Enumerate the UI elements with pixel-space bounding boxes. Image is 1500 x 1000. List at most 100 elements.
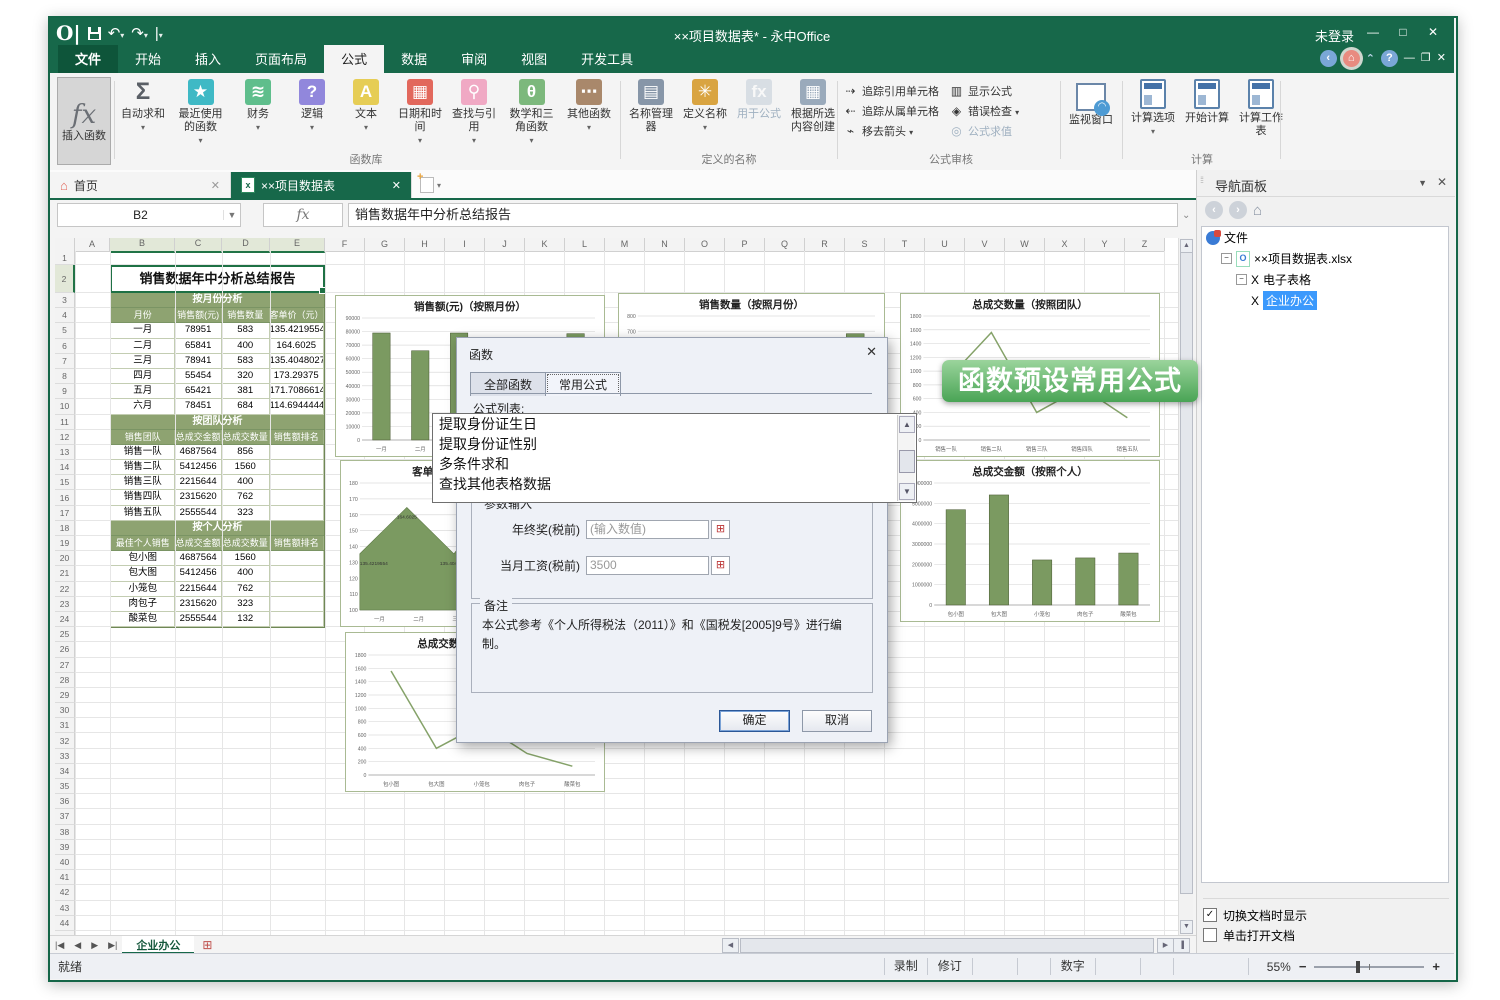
- dialog-close-icon[interactable]: ✕: [866, 344, 877, 360]
- row-header-34[interactable]: 34: [55, 764, 75, 779]
- formula-input[interactable]: 销售数据年中分析总结报告: [348, 203, 1178, 227]
- table-cell[interactable]: 一月: [111, 323, 175, 337]
- close-tab-icon[interactable]: ✕: [211, 179, 220, 192]
- table-cell[interactable]: 684: [222, 399, 270, 413]
- row-header-27[interactable]: 27: [55, 658, 75, 673]
- row-header-20[interactable]: 20: [55, 551, 75, 566]
- formula-list-item-1[interactable]: 提取身份证生日: [433, 414, 916, 434]
- nav-back-icon[interactable]: ‹: [1205, 201, 1223, 219]
- table-cell[interactable]: 销售四队: [111, 490, 175, 504]
- insert-function-button[interactable]: fx 插入函数: [57, 77, 111, 165]
- table-cell[interactable]: 包小图: [111, 551, 175, 565]
- zoom-slider-thumb[interactable]: [1356, 961, 1360, 973]
- ribbon-name-manager-button[interactable]: ▤名称管理器: [624, 75, 678, 134]
- list-scroll-down-icon[interactable]: ▼: [899, 483, 915, 500]
- column-header-Z[interactable]: Z: [1125, 238, 1165, 252]
- table-cell[interactable]: 173.29375: [270, 369, 324, 383]
- table-cell[interactable]: 323: [222, 597, 270, 611]
- row-header-32[interactable]: 32: [55, 733, 75, 748]
- zoom-in-icon[interactable]: +: [1432, 959, 1440, 974]
- table-cell[interactable]: 65421: [175, 384, 222, 398]
- ribbon-calc-button-1[interactable]: 计算选项▾: [1126, 75, 1180, 138]
- row-header-16[interactable]: 16: [55, 490, 75, 505]
- table-cell[interactable]: 400: [222, 339, 270, 353]
- menu-tab-2[interactable]: 开始: [118, 45, 178, 73]
- table-cell[interactable]: 78941: [175, 354, 222, 368]
- row-header-31[interactable]: 31: [55, 718, 75, 733]
- table-cell[interactable]: 135.4219554: [270, 323, 324, 337]
- row-header-30[interactable]: 30: [55, 703, 75, 718]
- scroll-left-icon[interactable]: ◀: [722, 938, 739, 953]
- nav-checkbox-1[interactable]: ✓切换文档时显示: [1203, 905, 1449, 925]
- range-picker-icon[interactable]: ⊞: [711, 520, 730, 539]
- menu-tab-5[interactable]: 公式: [324, 45, 384, 73]
- list-scrollbar[interactable]: ▲ ▼: [897, 415, 915, 501]
- nav-forward-icon[interactable]: ›: [1229, 201, 1247, 219]
- column-header-Q[interactable]: Q: [765, 238, 805, 252]
- scroll-up-icon[interactable]: ▲: [1180, 239, 1193, 253]
- row-header-37[interactable]: 37: [55, 809, 75, 824]
- column-header-O[interactable]: O: [685, 238, 725, 252]
- table-cell[interactable]: [270, 445, 324, 459]
- table-cell[interactable]: 78951: [175, 323, 222, 337]
- ribbon-create-from-selection-button[interactable]: ▦根据所选内容创建: [786, 75, 840, 134]
- row-header-15[interactable]: 15: [55, 475, 75, 490]
- table-cell[interactable]: 小笼包: [111, 582, 175, 596]
- row-header-33[interactable]: 33: [55, 749, 75, 764]
- select-all-corner[interactable]: [55, 238, 75, 252]
- row-header-8[interactable]: 8: [55, 369, 75, 384]
- table-cell[interactable]: 320: [222, 369, 270, 383]
- ribbon-more-functions-button[interactable]: ⋯其他函数▾: [562, 75, 616, 147]
- row-header-6[interactable]: 6: [55, 339, 75, 354]
- name-box-dropdown-icon[interactable]: ▼: [223, 210, 240, 220]
- tree-expander-icon[interactable]: −: [1236, 274, 1247, 285]
- column-header-K[interactable]: K: [525, 238, 565, 252]
- row-header-2[interactable]: 2: [55, 265, 75, 293]
- table-cell[interactable]: 销售二队: [111, 460, 175, 474]
- table-cell[interactable]: 三月: [111, 354, 175, 368]
- home-icon[interactable]: ⌂: [1343, 50, 1360, 67]
- table-cell[interactable]: 4687564: [175, 445, 222, 459]
- ribbon-lookup-reference-button[interactable]: ⚲查找与引用▾: [447, 75, 501, 147]
- row-header-44[interactable]: 44: [55, 916, 75, 931]
- row-header-7[interactable]: 7: [55, 354, 75, 369]
- table-cell[interactable]: 55454: [175, 369, 222, 383]
- menu-tab-6[interactable]: 数据: [384, 45, 444, 73]
- row-header-19[interactable]: 19: [55, 536, 75, 551]
- doc-tab-2[interactable]: x××项目数据表✕: [231, 172, 412, 198]
- horizontal-scrollbar[interactable]: ◀ ▶ ▐: [722, 938, 1190, 952]
- column-header-A[interactable]: A: [75, 238, 110, 252]
- tree-expander-icon[interactable]: −: [1221, 253, 1232, 264]
- table-cell[interactable]: 856: [222, 445, 270, 459]
- help-icon[interactable]: ?: [1381, 50, 1398, 67]
- ok-button[interactable]: 确定: [719, 710, 790, 732]
- vertical-scroll-thumb[interactable]: [1180, 252, 1193, 894]
- table-cell[interactable]: 381: [222, 384, 270, 398]
- scroll-right-edge-icon[interactable]: ▐: [1173, 938, 1190, 953]
- vertical-scrollbar[interactable]: ▲ ▼: [1178, 238, 1193, 935]
- chart-total-amount-by-person[interactable]: 总成交金额（按照个人）01000000200000030000004000000…: [900, 460, 1160, 622]
- scroll-down-icon[interactable]: ▼: [1180, 920, 1193, 934]
- table-cell[interactable]: 4687564: [175, 551, 222, 565]
- column-header-J[interactable]: J: [485, 238, 525, 252]
- ribbon-calc-button-2[interactable]: 开始计算: [1180, 75, 1234, 138]
- row-header-3[interactable]: 3: [55, 293, 75, 308]
- column-header-G[interactable]: G: [365, 238, 405, 252]
- table-cell[interactable]: 1560: [222, 551, 270, 565]
- ribbon-error-checking-button[interactable]: ◈错误检查 ▾: [949, 101, 1019, 121]
- nav-panel-close-icon[interactable]: ✕: [1437, 175, 1447, 189]
- row-header-17[interactable]: 17: [55, 506, 75, 521]
- table-cell[interactable]: 酸菜包: [111, 612, 175, 626]
- nav-home-icon[interactable]: ⌂: [1253, 202, 1262, 219]
- row-header-35[interactable]: 35: [55, 779, 75, 794]
- row-header-39[interactable]: 39: [55, 840, 75, 855]
- table-cell[interactable]: 销售三队: [111, 475, 175, 489]
- row-header-26[interactable]: 26: [55, 642, 75, 657]
- row-header-24[interactable]: 24: [55, 612, 75, 627]
- menu-tab-1[interactable]: 文件: [58, 45, 118, 73]
- table-cell[interactable]: [270, 460, 324, 474]
- ribbon-date-time-button[interactable]: ▦日期和时间▾: [393, 75, 447, 147]
- nav-tree-item-4[interactable]: X企业办公: [1202, 290, 1448, 311]
- table-cell[interactable]: [270, 551, 324, 565]
- list-scroll-up-icon[interactable]: ▲: [899, 416, 915, 433]
